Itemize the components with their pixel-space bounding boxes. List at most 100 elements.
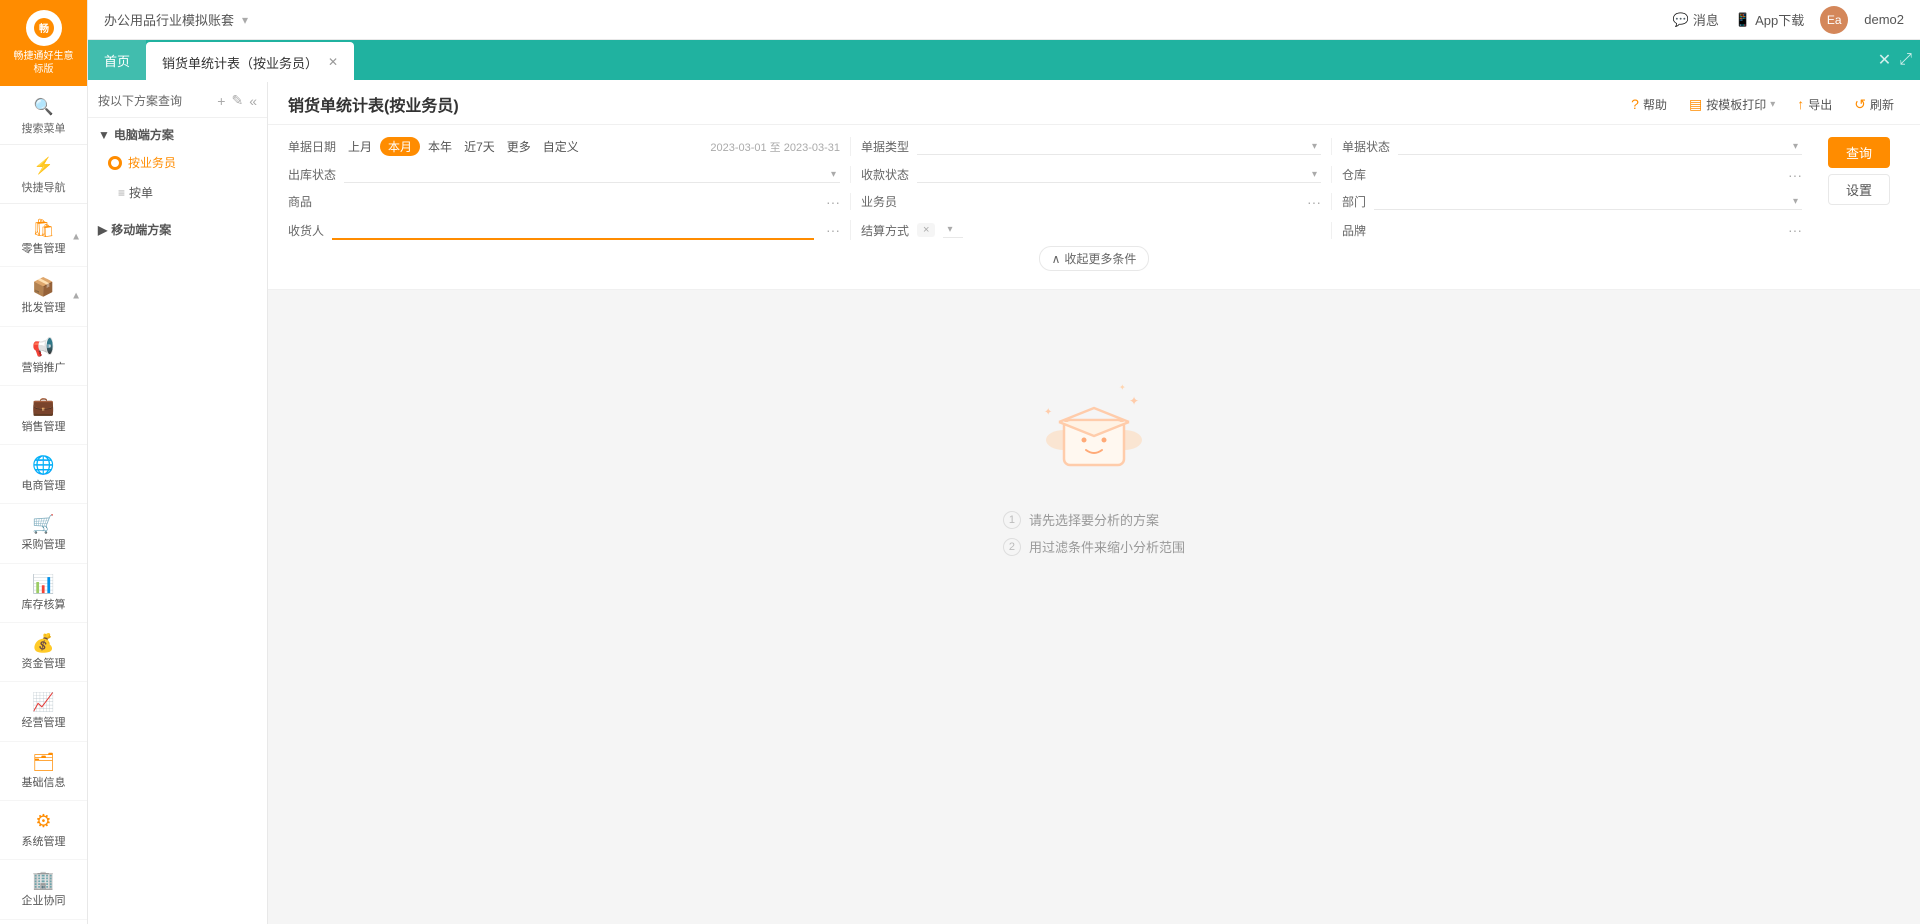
payment-label: 收款状态 bbox=[861, 166, 909, 183]
refresh-btn[interactable]: ↺ 刷新 bbox=[1848, 94, 1900, 115]
desktop-scheme-title[interactable]: ▼ 电脑端方案 bbox=[98, 126, 257, 143]
stock-select[interactable]: ▾ bbox=[344, 167, 840, 183]
sidebar-item-newuser[interactable]: 🎯 新手引导 bbox=[0, 920, 87, 924]
date-btn-7days[interactable]: 近7天 bbox=[460, 137, 499, 156]
settings-button[interactable]: 设置 bbox=[1828, 174, 1890, 205]
basic-label: 基础信息 bbox=[22, 776, 66, 790]
settlement-select[interactable]: ▾ bbox=[943, 222, 963, 238]
dept-arrow: ▾ bbox=[1793, 196, 1798, 207]
inventory-label: 库存核算 bbox=[22, 598, 66, 612]
sidebar-item-finance[interactable]: 💰 资金管理 bbox=[0, 623, 87, 682]
collapse-conditions-btn[interactable]: ∧ 收起更多条件 bbox=[1039, 246, 1150, 271]
app-name: 办公用品行业模拟账套 bbox=[104, 10, 234, 29]
tabbar-close-btn[interactable]: ✕ bbox=[1878, 50, 1891, 70]
collapse-panel-icon[interactable]: « bbox=[249, 93, 257, 109]
warehouse-dots[interactable]: ··· bbox=[1788, 167, 1802, 183]
left-panel-icons: + ✎ « bbox=[217, 92, 257, 109]
recipient-dots[interactable]: ··· bbox=[826, 222, 840, 238]
sub-scheme-section: ≡ 按单 bbox=[98, 180, 257, 205]
main-area: 办公用品行业模拟账套 ▾ 💬 消息 📱 App下载 Ea demo2 首页 销货… bbox=[88, 0, 1920, 924]
filter-area: 单据日期 上月 本月 本年 近7天 更多 自定义 2023-03-01 至 20… bbox=[268, 125, 1920, 290]
content-wrapper: 按以下方案查询 + ✎ « ▼ 电脑端方案 按业务员 ≡ bbox=[88, 80, 1920, 924]
mobile-scheme-section: ▶ 移动端方案 bbox=[88, 213, 267, 252]
operations-label: 经营管理 bbox=[22, 716, 66, 730]
scheme-by-order[interactable]: ≡ 按单 bbox=[108, 180, 247, 205]
salesperson-dots[interactable]: ··· bbox=[1307, 194, 1321, 210]
avatar-text: Ea bbox=[1827, 13, 1842, 27]
finance-icon: 💰 bbox=[32, 633, 54, 654]
settlement-tag-close[interactable]: × bbox=[923, 224, 929, 236]
topbar-left: 办公用品行业模拟账套 ▾ bbox=[104, 10, 248, 29]
right-content: 销货单统计表(按业务员) ? 帮助 ▤ 按模板打印 ▾ ↑ 导出 bbox=[268, 80, 1920, 924]
app-dropdown[interactable]: ▾ bbox=[242, 13, 248, 27]
date-btn-lastmonth[interactable]: 上月 bbox=[344, 137, 376, 156]
doctype-select[interactable]: ▾ bbox=[917, 139, 1321, 155]
docstatus-select[interactable]: ▾ bbox=[1398, 139, 1802, 155]
recipient-label: 收货人 bbox=[288, 222, 324, 239]
message-btn[interactable]: 💬 消息 bbox=[1673, 10, 1719, 29]
date-btn-thisyear[interactable]: 本年 bbox=[424, 137, 456, 156]
sidebar-item-enterprise[interactable]: 🏢 企业协同 bbox=[0, 860, 87, 919]
sidebar-item-wholesale[interactable]: 📦 批发管理 ▲ bbox=[0, 267, 87, 326]
topbar: 办公用品行业模拟账套 ▾ 💬 消息 📱 App下载 Ea demo2 bbox=[88, 0, 1920, 40]
sidebar-item-inventory[interactable]: 📊 库存核算 bbox=[0, 564, 87, 623]
date-btn-custom[interactable]: 自定义 bbox=[539, 137, 583, 156]
sidebar-quicknav[interactable]: ⚡ 快捷导航 bbox=[0, 145, 87, 204]
tab-home[interactable]: 首页 bbox=[88, 40, 146, 80]
sidebar-search-label: 搜索菜单 bbox=[22, 120, 66, 136]
help-btn[interactable]: ? 帮助 bbox=[1625, 94, 1673, 115]
docstatus-arrow: ▾ bbox=[1793, 141, 1798, 152]
step2-text: 用过滤条件来缩小分析范围 bbox=[1029, 537, 1185, 556]
empty-state: ✦ ✦ ✦ 1 请先选择要分析的方案 2 用过滤条件来缩小分析范围 bbox=[268, 290, 1920, 636]
add-scheme-icon[interactable]: + bbox=[217, 93, 225, 109]
tab-report[interactable]: 销货单统计表（按业务员） ✕ bbox=[146, 42, 354, 82]
tab-report-close[interactable]: ✕ bbox=[328, 55, 338, 69]
ecommerce-label: 电商管理 bbox=[22, 479, 66, 493]
date-btn-thismonth[interactable]: 本月 bbox=[380, 137, 420, 156]
refresh-label: 刷新 bbox=[1870, 96, 1894, 113]
payment-select[interactable]: ▾ bbox=[917, 167, 1321, 183]
inventory-icon: 📊 bbox=[32, 574, 54, 595]
sidebar-item-purchase[interactable]: 🛒 采购管理 bbox=[0, 504, 87, 563]
app-download-btn[interactable]: 📱 App下载 bbox=[1735, 10, 1804, 29]
retail-label: 零售管理 bbox=[22, 242, 66, 256]
sidebar-item-operations[interactable]: 📈 经营管理 bbox=[0, 682, 87, 741]
date-btn-more[interactable]: 更多 bbox=[503, 137, 535, 156]
sidebar: 畅 畅捷通好生意 标版 🔍 搜索菜单 ⚡ 快捷导航 🛍 零售管理 ▲ 📦 批发管… bbox=[0, 0, 88, 924]
query-button[interactable]: 查询 bbox=[1828, 137, 1890, 168]
doctype-arrow: ▾ bbox=[1312, 141, 1317, 152]
sidebar-item-basic[interactable]: 🗂 基础信息 bbox=[0, 742, 87, 801]
username-label[interactable]: demo2 bbox=[1864, 12, 1904, 27]
sidebar-item-system[interactable]: ⚙ 系统管理 bbox=[0, 801, 87, 860]
collapse-bar: ∧ 收起更多条件 bbox=[288, 240, 1900, 277]
sales-icon: 💼 bbox=[32, 396, 54, 417]
purchase-icon: 🛒 bbox=[32, 514, 54, 535]
goods-dots[interactable]: ··· bbox=[826, 194, 840, 210]
warehouse-label: 仓库 bbox=[1342, 166, 1366, 183]
topbar-right: 💬 消息 📱 App下载 Ea demo2 bbox=[1673, 6, 1904, 34]
mobile-scheme-title[interactable]: ▶ 移动端方案 bbox=[98, 221, 257, 238]
scheme-by-salesperson[interactable]: 按业务员 bbox=[98, 149, 257, 176]
brand-dots[interactable]: ··· bbox=[1788, 222, 1802, 238]
ecommerce-icon: 🌐 bbox=[32, 455, 54, 476]
empty-step-1: 1 请先选择要分析的方案 bbox=[1003, 510, 1185, 529]
template-print-btn[interactable]: ▤ 按模板打印 ▾ bbox=[1683, 94, 1781, 115]
template-print-icon: ▤ bbox=[1689, 96, 1702, 113]
user-avatar[interactable]: Ea bbox=[1820, 6, 1848, 34]
edit-scheme-icon[interactable]: ✎ bbox=[231, 92, 243, 109]
filter-cell-goods: 商品 ··· bbox=[288, 193, 851, 210]
svg-text:✦: ✦ bbox=[1119, 383, 1126, 392]
filter-row-3: 商品 ··· 业务员 ··· bbox=[288, 193, 1812, 210]
export-btn[interactable]: ↑ 导出 bbox=[1791, 94, 1838, 115]
sidebar-item-sales[interactable]: 💼 销售管理 bbox=[0, 386, 87, 445]
tabbar-expand-btn[interactable]: ⤢ bbox=[1899, 50, 1912, 70]
left-panel: 按以下方案查询 + ✎ « ▼ 电脑端方案 按业务员 ≡ bbox=[88, 80, 268, 924]
sidebar-item-retail[interactable]: 🛍 零售管理 ▲ bbox=[0, 208, 87, 267]
message-label: 消息 bbox=[1693, 10, 1719, 29]
recipient-input[interactable] bbox=[332, 220, 814, 240]
sidebar-logo[interactable]: 畅 畅捷通好生意 标版 bbox=[0, 0, 87, 86]
sidebar-search[interactable]: 🔍 搜索菜单 bbox=[0, 86, 87, 145]
sidebar-item-ecommerce[interactable]: 🌐 电商管理 bbox=[0, 445, 87, 504]
dept-select[interactable]: ▾ bbox=[1374, 194, 1802, 210]
sidebar-item-marketing[interactable]: 📢 营销推广 bbox=[0, 327, 87, 386]
